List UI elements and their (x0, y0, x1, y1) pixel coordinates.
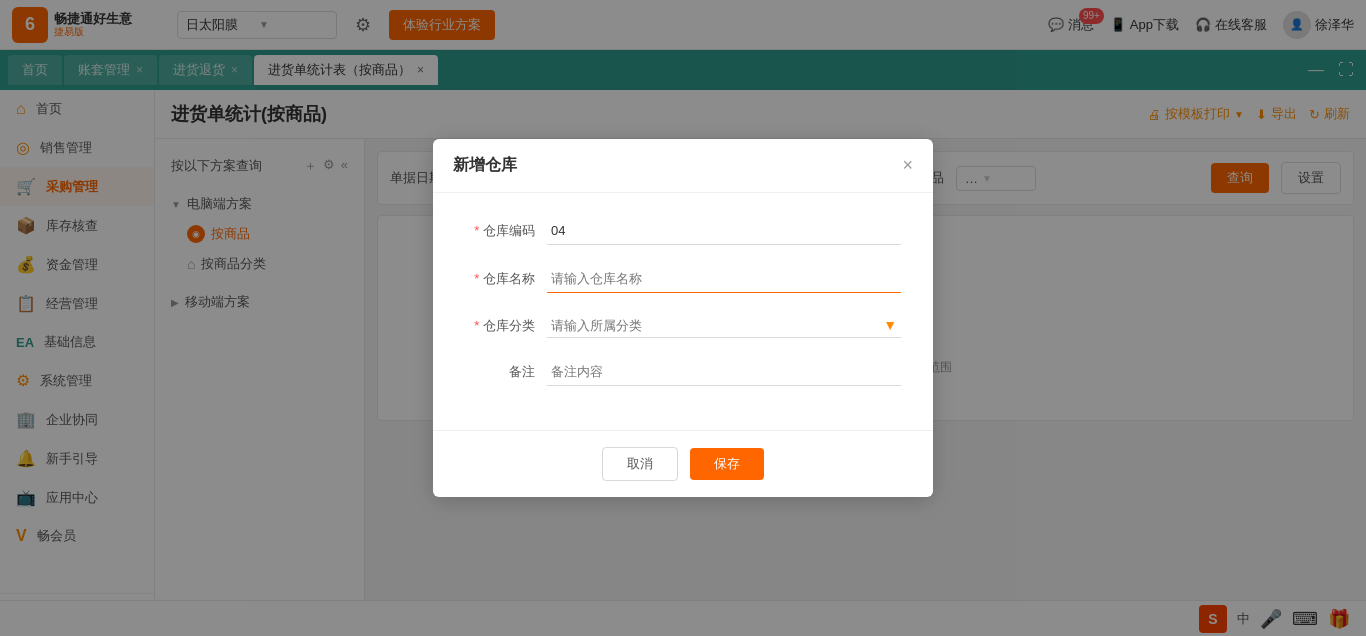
code-input[interactable] (547, 217, 901, 245)
dialog-close-icon[interactable]: × (902, 155, 913, 176)
form-row-code: 仓库编码 (465, 217, 901, 245)
dialog-header: 新增仓库 × (433, 139, 933, 193)
form-row-note: 备注 (465, 358, 901, 386)
dialog-body: 仓库编码 仓库名称 仓库分类 ▼ 备注 (433, 193, 933, 430)
category-input[interactable] (551, 318, 883, 333)
note-input[interactable] (547, 358, 901, 386)
note-label: 备注 (465, 363, 535, 381)
cancel-button[interactable]: 取消 (602, 447, 678, 481)
form-row-name: 仓库名称 (465, 265, 901, 293)
category-label: 仓库分类 (465, 317, 535, 335)
category-select[interactable]: ▼ (547, 313, 901, 338)
save-button[interactable]: 保存 (690, 448, 764, 480)
code-label: 仓库编码 (465, 222, 535, 240)
dialog-title: 新增仓库 (453, 155, 517, 176)
dialog-overlay[interactable]: 新增仓库 × 仓库编码 仓库名称 仓库分类 ▼ (0, 0, 1366, 636)
category-arrow-icon: ▼ (883, 317, 897, 333)
form-row-category: 仓库分类 ▼ (465, 313, 901, 338)
name-label: 仓库名称 (465, 270, 535, 288)
dialog-footer: 取消 保存 (433, 430, 933, 497)
name-input[interactable] (547, 265, 901, 293)
new-warehouse-dialog: 新增仓库 × 仓库编码 仓库名称 仓库分类 ▼ (433, 139, 933, 497)
